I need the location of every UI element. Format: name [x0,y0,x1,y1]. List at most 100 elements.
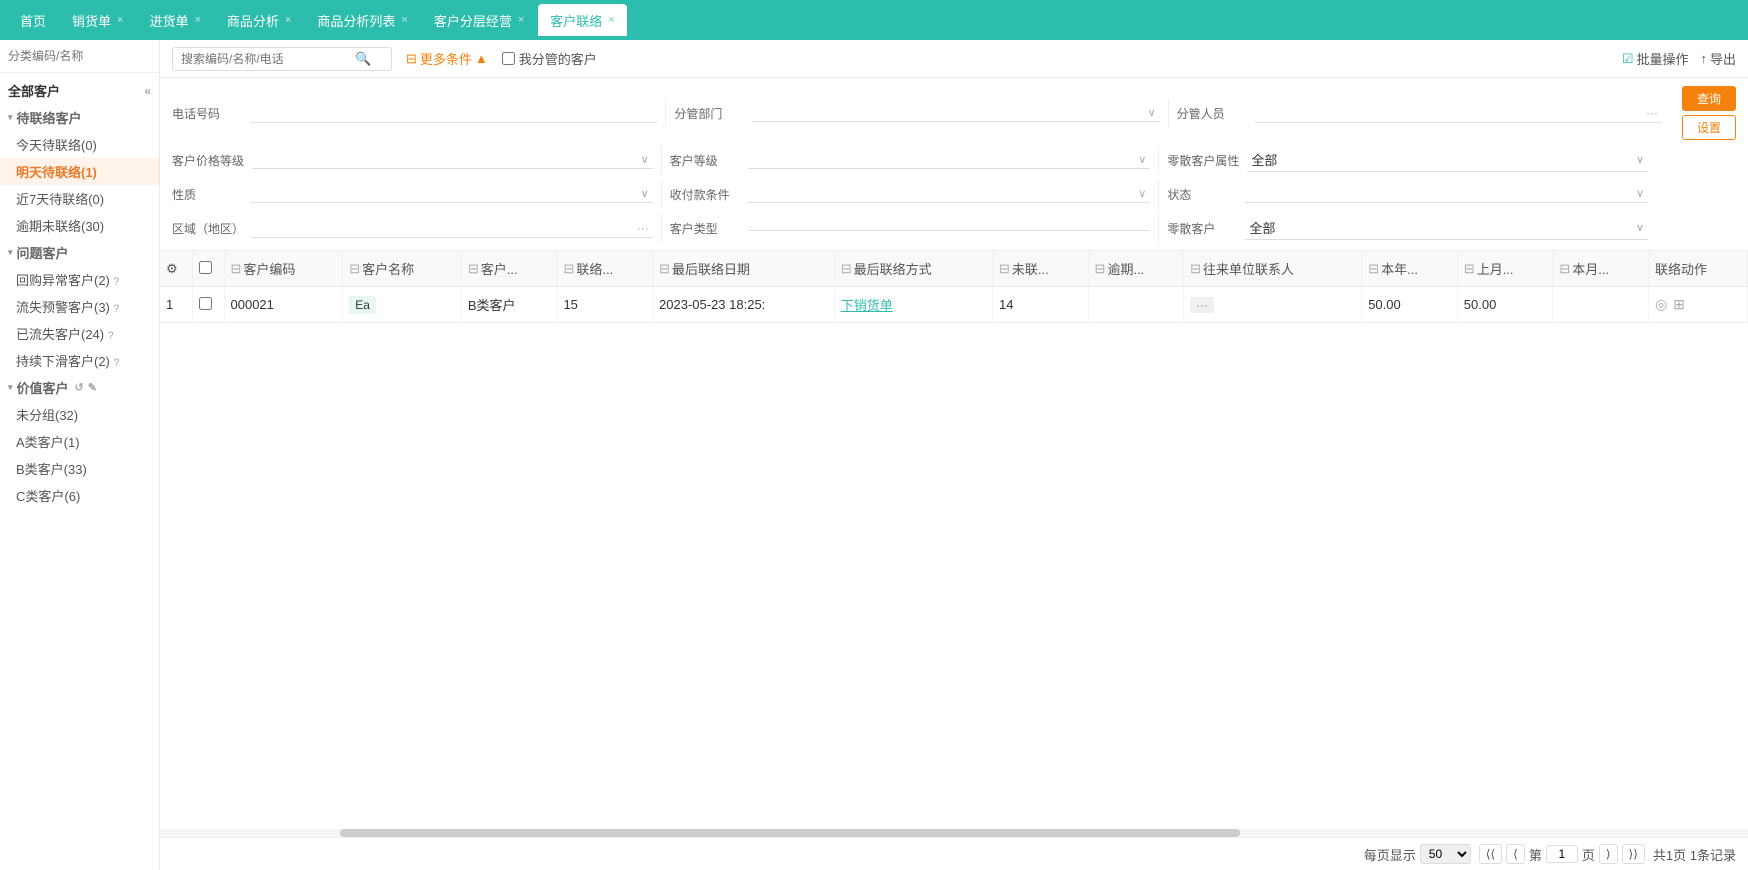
my-customers-checkbox-label[interactable]: 我分管的客户 [502,49,597,68]
phone-input[interactable] [250,104,657,123]
prev-page-button[interactable]: ⟨ [1506,844,1525,864]
more-filters-button[interactable]: ⊟ 更多条件 ▲ [400,46,494,71]
cell-last-contact-method[interactable]: 下销货单 [834,287,992,323]
my-customers-checkbox[interactable] [502,52,515,65]
nav-sales-order-close[interactable]: × [117,14,123,26]
next-page-button[interactable]: ⟩ [1599,844,1618,864]
select-all-checkbox[interactable] [199,261,212,274]
scrollbar-thumb[interactable] [340,829,1240,837]
nav-customer-contact-close[interactable]: × [608,14,614,26]
region-dots-icon[interactable]: ··· [637,221,649,235]
last-contact-method-link[interactable]: 下销货单 [841,298,893,313]
col-checkbox[interactable] [192,251,224,287]
sidebar-item-repurchase-abnormal[interactable]: 回购异常客户(2) ? [0,266,159,293]
status-select[interactable]: ∨ [1245,185,1648,203]
col-customer-code[interactable]: ⊟ 客户编码 [224,251,343,287]
sidebar-item-7days-contact[interactable]: 近7天待联络(0) [0,185,159,212]
col-this-year[interactable]: ⊟ 本年... [1362,251,1458,287]
settings-button[interactable]: 设置 [1682,115,1736,140]
sidebar-item-class-c[interactable]: C类客户(6) [0,482,159,509]
nav-product-analysis[interactable]: 商品分析 × [215,4,303,36]
page-input[interactable] [1546,845,1578,863]
sidebar-item-overdue-contact[interactable]: 逾期未联络(30) [0,212,159,239]
cell-checkbox[interactable] [192,287,224,323]
payment-select[interactable]: ∨ [748,185,1151,203]
nav-customer-stratify-close[interactable]: × [518,14,524,26]
first-page-button[interactable]: ⟨⟨ [1479,844,1502,864]
row-checkbox[interactable] [199,297,212,310]
customer-level-select[interactable]: ∨ [748,151,1151,169]
export-button[interactable]: ↑ 导出 [1700,49,1736,68]
customer-type-select[interactable] [748,226,1151,231]
retail-customer-select[interactable]: 全部 ∨ [1245,216,1648,240]
toolbar-search-icon[interactable]: 🔍 [355,51,371,67]
value-edit-icon[interactable]: ✎ [88,381,97,394]
col-unit-contact[interactable]: ⊟ 往来单位联系人 [1184,251,1362,287]
nav-product-analysis-close[interactable]: × [285,14,291,26]
nav-purchase-order[interactable]: 进货单 × [137,4,212,36]
col-customer-name[interactable]: ⊟ 客户名称 [343,251,462,287]
price-level-select[interactable]: ∨ [252,151,653,169]
query-button[interactable]: 查询 [1682,86,1736,111]
dept-select[interactable]: ∨ [752,104,1159,122]
sort-icon: ⊟ [231,261,242,277]
nav-home[interactable]: 首页 [8,4,58,36]
problem-customers-group[interactable]: ▾ 问题客户 [0,239,159,266]
retail-attr-select[interactable]: 全部 ∨ [1247,148,1648,172]
pending-customers-group[interactable]: ▾ 待联络客户 [0,104,159,131]
col-uncontacted[interactable]: ⊟ 未联... [992,251,1088,287]
nav-product-analysis-list-close[interactable]: × [401,14,407,26]
last-page-button[interactable]: ⟩⟩ [1622,844,1645,864]
sidebar-item-today-contact[interactable]: 今天待联络(0) [0,131,159,158]
declining-info-icon[interactable]: ? [113,357,119,369]
repurchase-info-icon[interactable]: ? [113,276,119,288]
manager-select[interactable]: ··· [1255,104,1662,123]
footer: 每页显示 50 20 100 ⟨⟨ ⟨ 第 页 ⟩ ⟩⟩ 共1页 1条记录 [160,837,1748,870]
col-overdue[interactable]: ⊟ 逾期... [1088,251,1184,287]
row-index: 1 [166,297,173,312]
col-last-contact-method[interactable]: ⊟ 最后联络方式 [834,251,992,287]
batch-ops-button[interactable]: ☑ 批量操作 [1622,49,1689,68]
churned-info-icon[interactable]: ? [107,330,113,342]
problem-section-label: 问题客户 [17,243,69,262]
sidebar-collapse-icon[interactable]: « [144,84,151,98]
col-settings[interactable]: ⚙ [160,251,192,287]
col-last-month[interactable]: ⊟ 上月... [1457,251,1553,287]
col-customer-type[interactable]: ⊟ 客户... [461,251,557,287]
per-page-selector: 每页显示 50 20 100 [1364,844,1471,864]
sidebar-item-class-a[interactable]: A类客户(1) [0,428,159,455]
row-action-eye-icon[interactable]: ◎ [1655,296,1667,313]
col-contact-count[interactable]: ⊟ 联络... [557,251,653,287]
customer-table: ⚙ ⊟ 客户编码 ⊟ [160,251,1748,323]
col-last-contact-date[interactable]: ⊟ 最后联络日期 [653,251,835,287]
per-page-select[interactable]: 50 20 100 [1420,844,1471,864]
region-select[interactable]: ··· [252,219,653,238]
customer-name-badge: Ea [349,296,376,314]
cell-type: B类客户 [461,287,557,323]
sidebar-search-input[interactable] [8,49,160,63]
col-this-month[interactable]: ⊟ 本月... [1553,251,1649,287]
gender-select[interactable]: ∨ [250,185,653,203]
sidebar-item-churn-warning[interactable]: 流失预警客户(3) ? [0,293,159,320]
nav-customer-stratify-label: 客户分层经营 [434,11,512,30]
dept-chevron-icon: ∨ [1148,106,1156,119]
horizontal-scrollbar[interactable] [160,829,1748,837]
nav-product-analysis-list[interactable]: 商品分析列表 × [305,4,419,36]
value-customers-group[interactable]: ▾ 价值客户 ↺ ✎ [0,374,159,401]
nav-customer-stratify[interactable]: 客户分层经营 × [422,4,536,36]
nav-customer-contact[interactable]: 客户联络 × [538,4,626,36]
search-input[interactable] [181,52,351,66]
sidebar-item-churned[interactable]: 已流失客户(24) ? [0,320,159,347]
value-refresh-icon[interactable]: ↺ [75,381,84,394]
sidebar-item-ungrouped[interactable]: 未分组(32) [0,401,159,428]
sidebar-item-declining[interactable]: 持续下滑客户(2) ? [0,347,159,374]
nav-sales-order[interactable]: 销货单 × [60,4,135,36]
row-action-grid-icon[interactable]: ⊞ [1673,296,1685,313]
manager-dots-icon[interactable]: ··· [1646,106,1658,120]
retail-attr-field: 零散客户属性 全部 ∨ [1167,148,1648,172]
sidebar-item-class-b[interactable]: B类客户(33) [0,455,159,482]
nav-purchase-order-close[interactable]: × [194,14,200,26]
settings-icon[interactable]: ⚙ [166,261,178,276]
churn-warning-info-icon[interactable]: ? [113,303,119,315]
sidebar-item-tomorrow-contact[interactable]: 明天待联络(1) [0,158,159,185]
